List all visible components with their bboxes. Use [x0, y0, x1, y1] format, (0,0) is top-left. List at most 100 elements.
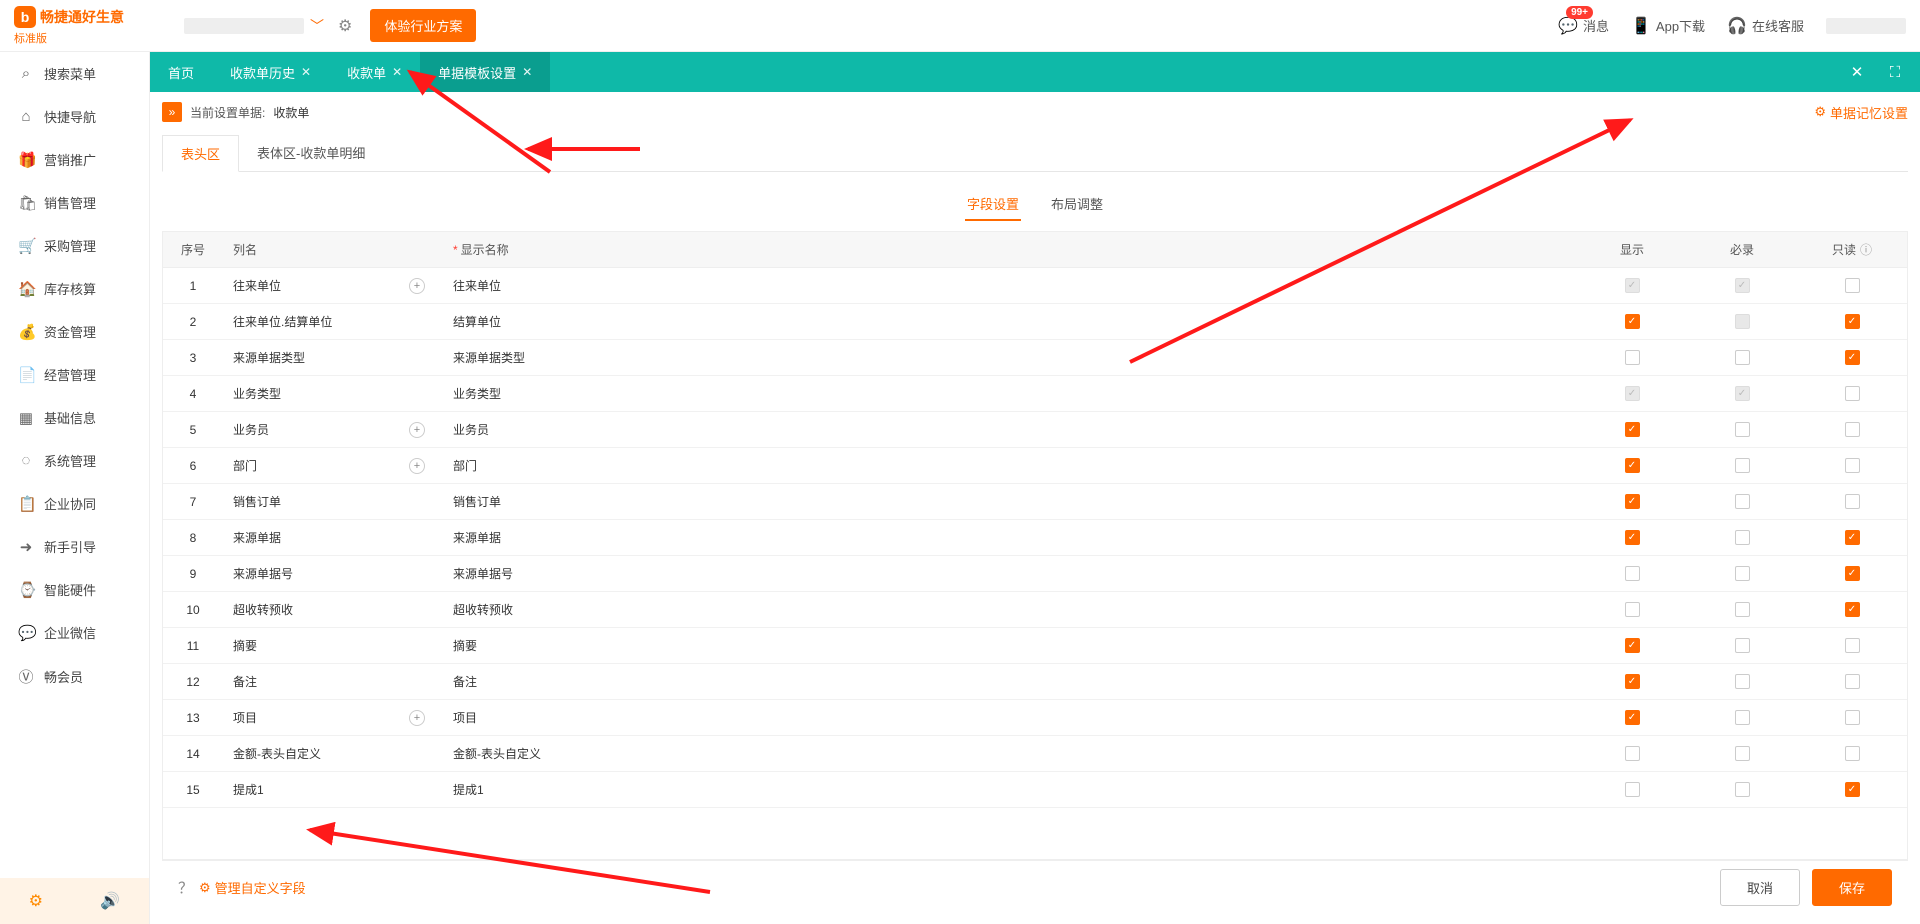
checkbox[interactable]: ✓: [1735, 278, 1750, 293]
tab-0[interactable]: 首页: [150, 52, 212, 92]
manage-custom-fields-link[interactable]: ⚙ 管理自定义字段: [199, 878, 306, 897]
cell-display[interactable]: 销售订单: [443, 484, 1577, 519]
sidebar-item-10[interactable]: 📋企业协同: [0, 482, 149, 525]
cell-display[interactable]: 摘要: [443, 628, 1577, 663]
checkbox[interactable]: [1845, 494, 1860, 509]
sub-tab-1[interactable]: 布局调整: [1049, 188, 1105, 221]
checkbox[interactable]: [1735, 710, 1750, 725]
checkbox[interactable]: [1735, 674, 1750, 689]
checkbox[interactable]: [1735, 422, 1750, 437]
close-icon[interactable]: ✕: [392, 65, 402, 79]
sidebar-item-1[interactable]: ⌂快捷导航: [0, 95, 149, 138]
sidebar-item-14[interactable]: Ⓥ畅会员: [0, 654, 149, 699]
checkbox[interactable]: ✓: [1625, 314, 1640, 329]
sidebar-item-12[interactable]: ⌚智能硬件: [0, 568, 149, 611]
fullscreen-icon[interactable]: ⛶: [1882, 59, 1908, 85]
sidebar-item-11[interactable]: ➜新手引导: [0, 525, 149, 568]
sidebar-item-3[interactable]: 🛍销售管理: [0, 181, 149, 224]
checkbox[interactable]: ✓: [1625, 638, 1640, 653]
checkbox[interactable]: ✓: [1845, 566, 1860, 581]
checkbox[interactable]: ✓: [1625, 674, 1640, 689]
checkbox[interactable]: ✓: [1625, 422, 1640, 437]
user-placeholder[interactable]: [1826, 18, 1906, 34]
checkbox[interactable]: [1845, 278, 1860, 293]
add-icon[interactable]: +: [409, 458, 425, 474]
cell-display[interactable]: 项目: [443, 700, 1577, 735]
sidebar-item-2[interactable]: 🎁营销推广: [0, 138, 149, 181]
cell-display[interactable]: 超收转预收: [443, 592, 1577, 627]
sidebar-item-4[interactable]: 🛒采购管理: [0, 224, 149, 267]
sidebar-item-6[interactable]: 💰资金管理: [0, 310, 149, 353]
checkbox[interactable]: [1735, 350, 1750, 365]
checkbox[interactable]: [1735, 494, 1750, 509]
checkbox[interactable]: ✓: [1625, 530, 1640, 545]
business-selector[interactable]: ﹀: [184, 16, 324, 36]
memory-settings-link[interactable]: ⚙ 单据记忆设置: [1814, 103, 1908, 122]
cell-display[interactable]: 业务员: [443, 412, 1577, 447]
cancel-button[interactable]: 取消: [1720, 869, 1800, 906]
cell-display[interactable]: 业务类型: [443, 376, 1577, 411]
checkbox[interactable]: [1845, 674, 1860, 689]
section-tab-0[interactable]: 表头区: [162, 135, 239, 172]
checkbox[interactable]: [1845, 458, 1860, 473]
sound-icon[interactable]: 🔊: [100, 891, 120, 911]
section-tab-1[interactable]: 表体区-收款单明细: [239, 135, 383, 172]
checkbox[interactable]: [1845, 386, 1860, 401]
add-icon[interactable]: +: [409, 422, 425, 438]
sidebar-item-13[interactable]: 💬企业微信: [0, 611, 149, 654]
tab-2[interactable]: 收款单✕: [329, 52, 420, 92]
sidebar-item-0[interactable]: ⌕搜索菜单: [0, 52, 149, 95]
checkbox[interactable]: [1845, 710, 1860, 725]
question-icon[interactable]: ？: [178, 877, 193, 898]
checkbox[interactable]: [1625, 602, 1640, 617]
checkbox[interactable]: ✓: [1845, 602, 1860, 617]
close-icon[interactable]: ✕: [301, 65, 311, 79]
checkbox[interactable]: ✓: [1845, 530, 1860, 545]
gear-icon[interactable]: ⚙: [338, 16, 352, 36]
sidebar-item-7[interactable]: 📄经营管理: [0, 353, 149, 396]
cell-display[interactable]: 来源单据类型: [443, 340, 1577, 375]
save-button[interactable]: 保存: [1812, 869, 1892, 906]
grid-body[interactable]: 1往来单位+往来单位✓✓2往来单位.结算单位结算单位✓✓3来源单据类型来源单据类…: [163, 268, 1907, 859]
checkbox[interactable]: ✓: [1625, 386, 1640, 401]
checkbox[interactable]: ✓: [1845, 314, 1860, 329]
online-service-link[interactable]: 🎧 在线客服: [1727, 16, 1804, 36]
cell-display[interactable]: 金额-表头自定义: [443, 736, 1577, 771]
checkbox[interactable]: [1625, 566, 1640, 581]
close-all-icon[interactable]: ✕: [1844, 59, 1870, 85]
close-icon[interactable]: ✕: [522, 65, 532, 79]
settings-icon[interactable]: ⚙: [29, 891, 43, 911]
checkbox[interactable]: [1735, 782, 1750, 797]
checkbox[interactable]: ✓: [1735, 386, 1750, 401]
checkbox[interactable]: [1625, 350, 1640, 365]
checkbox[interactable]: ✓: [1845, 782, 1860, 797]
checkbox[interactable]: [1845, 638, 1860, 653]
checkbox[interactable]: [1625, 782, 1640, 797]
tab-1[interactable]: 收款单历史✕: [212, 52, 329, 92]
checkbox[interactable]: [1735, 602, 1750, 617]
add-icon[interactable]: +: [409, 710, 425, 726]
tab-3[interactable]: 单据模板设置✕: [420, 52, 550, 92]
checkbox[interactable]: ✓: [1845, 350, 1860, 365]
checkbox[interactable]: [1735, 530, 1750, 545]
cell-display[interactable]: 提成1: [443, 772, 1577, 807]
app-download-link[interactable]: 📱 App下载: [1631, 16, 1705, 36]
checkbox[interactable]: [1845, 422, 1860, 437]
cell-display[interactable]: 部门: [443, 448, 1577, 483]
checkbox[interactable]: [1735, 458, 1750, 473]
checkbox[interactable]: [1735, 566, 1750, 581]
checkbox[interactable]: [1845, 746, 1860, 761]
cell-display[interactable]: 备注: [443, 664, 1577, 699]
checkbox[interactable]: [1735, 638, 1750, 653]
checkbox[interactable]: ✓: [1625, 494, 1640, 509]
expand-icon[interactable]: »: [162, 102, 182, 122]
sidebar-item-5[interactable]: 🏠库存核算: [0, 267, 149, 310]
checkbox[interactable]: [1625, 746, 1640, 761]
add-icon[interactable]: +: [409, 278, 425, 294]
messages-link[interactable]: 💬 消息 99+: [1558, 16, 1609, 36]
sidebar-item-8[interactable]: ▦基础信息: [0, 396, 149, 439]
cell-display[interactable]: 结算单位: [443, 304, 1577, 339]
cell-display[interactable]: 来源单据号: [443, 556, 1577, 591]
checkbox[interactable]: ✓: [1625, 458, 1640, 473]
cell-display[interactable]: 往来单位: [443, 268, 1577, 303]
